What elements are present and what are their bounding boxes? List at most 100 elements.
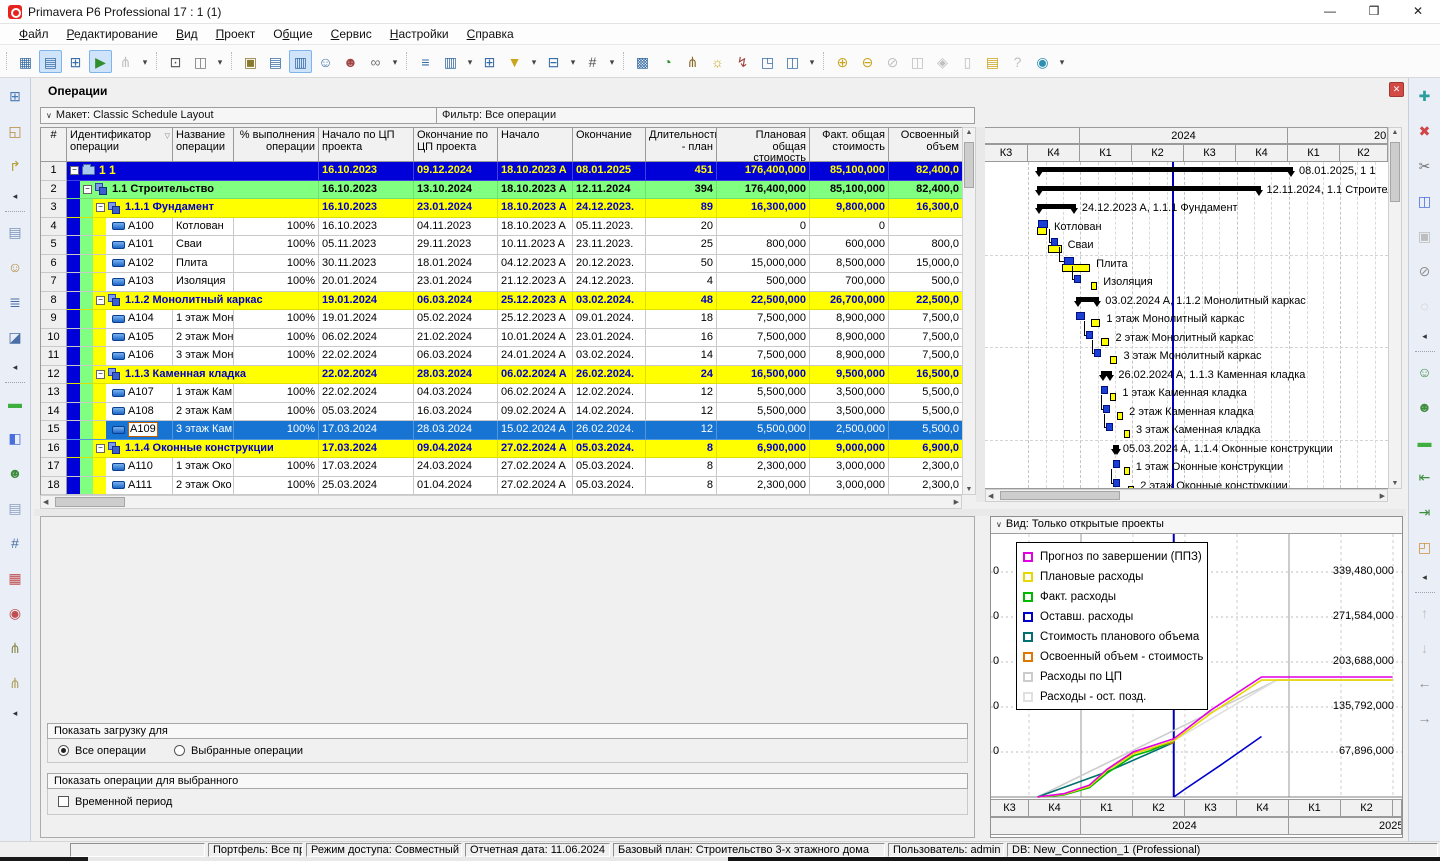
online-help-icon[interactable]: ◉ <box>1031 50 1054 73</box>
cell-bl_finish[interactable]: 01.04.2024 <box>414 476 498 495</box>
cell-bl_start[interactable]: 16.10.2023 <box>319 199 414 218</box>
summary-bar[interactable] <box>1034 185 1263 196</box>
overflow-chevron-icon[interactable]: ▾ <box>1056 50 1068 73</box>
cell-earned[interactable]: 16,500,0 <box>889 366 962 384</box>
percent-complete-cell[interactable]: 100% <box>234 402 319 421</box>
cell-actual[interactable]: 8,900,000 <box>810 347 889 366</box>
cell-planned[interactable]: 176,400,000 <box>717 162 810 181</box>
cell-finish[interactable]: 09.01.2024. <box>573 310 646 329</box>
details-panel-icon[interactable]: ◫ <box>781 50 804 73</box>
percent-complete-cell[interactable]: 100% <box>234 310 319 329</box>
cell-earned[interactable]: 7,500,0 <box>889 329 962 347</box>
horizontal-splitter[interactable] <box>34 509 1406 516</box>
menu-project[interactable]: Проект <box>207 24 265 45</box>
print-icon[interactable]: ⊡ <box>164 50 187 73</box>
cell-earned[interactable]: 15,000,0 <box>889 255 962 273</box>
cell-start[interactable]: 21.12.2023 A <box>498 273 573 292</box>
percent-complete-cell[interactable]: 100% <box>234 217 319 236</box>
flyout-arrow-icon[interactable]: ◂ <box>4 362 26 374</box>
flyout-arrow-icon[interactable]: ◂ <box>1414 572 1436 584</box>
table-row-6[interactable]: 6 A102 Плита 100% 30.11.2023 18.01.2024 04.12.… <box>41 254 962 273</box>
cell-dur[interactable]: 4 <box>646 273 717 292</box>
activity-name-cell[interactable]: Изоляция <box>173 273 234 292</box>
cell-bl_start[interactable]: 16.10.2023 <box>319 162 414 181</box>
table-gantt-splitter[interactable] <box>976 127 985 502</box>
filter-icon[interactable]: ▼ <box>503 50 526 73</box>
collapse-icon[interactable]: − <box>96 203 105 213</box>
overflow-chevron-icon[interactable]: ▾ <box>806 50 818 73</box>
close-view-icon[interactable]: ✕ <box>1389 82 1404 97</box>
baseline-bar[interactable] <box>1100 337 1110 346</box>
activity-id-cell[interactable]: A101 <box>67 236 173 255</box>
update-progress-icon[interactable]: ◔ <box>656 50 679 73</box>
cell-finish[interactable]: 05.11.2023. <box>573 217 646 236</box>
cell-earned[interactable]: 2,300,0 <box>889 458 962 477</box>
scroll-arrow-icon[interactable]: ◀ <box>43 498 48 506</box>
dissolve-icon[interactable]: ⊘ <box>1414 261 1436 283</box>
assign-predecessor-icon[interactable]: ⇤ <box>1414 467 1436 489</box>
cell-finish[interactable]: 24.12.2023. <box>573 199 646 218</box>
cell-bl_finish[interactable]: 06.03.2024 <box>414 347 498 366</box>
cell-actual[interactable]: 3,500,000 <box>810 402 889 421</box>
actual-bar[interactable] <box>1112 478 1120 487</box>
menu-edit[interactable]: Редактирование <box>58 24 167 45</box>
table-row-11[interactable]: 11 A106 3 этаж Мон 100% 22.02.2024 06.03.2024… <box>41 347 962 366</box>
summary-cell[interactable]: − 1 1 <box>67 162 319 181</box>
reports-icon[interactable]: ≣ <box>4 292 26 314</box>
table-row-8[interactable]: 8 − 1.1.2 Монолитный каркас 19.01.2024 06.03… <box>41 291 962 310</box>
actual-bar[interactable] <box>1074 275 1082 283</box>
activity-name-cell[interactable]: 2 этаж Кам <box>173 402 234 421</box>
trace-logic-icon[interactable]: ⊞ <box>64 50 87 73</box>
summary-bar[interactable] <box>1034 204 1078 214</box>
open-layout-icon[interactable]: ▤ <box>264 50 287 73</box>
activity-table-icon[interactable]: ▦ <box>14 50 37 73</box>
table-row-14[interactable]: 14 A108 2 этаж Кам 100% 05.03.2024 16.03.2024… <box>41 402 962 421</box>
copy-icon[interactable]: ◫ <box>1414 191 1436 213</box>
table-row-15[interactable]: 15 A109 3 этаж Кам 100% 17.03.2024 28.03.2024… <box>41 421 962 440</box>
activity-id-cell[interactable]: A104 <box>67 310 173 329</box>
cell-actual[interactable]: 3,500,000 <box>810 384 889 403</box>
highlight-icon[interactable]: ☼ <box>706 50 729 73</box>
cell-bl_start[interactable]: 22.02.2024 <box>319 384 414 403</box>
print-preview-icon[interactable]: ◫ <box>189 50 212 73</box>
move-right-icon[interactable]: → <box>1414 708 1436 730</box>
cell-bl_start[interactable]: 17.03.2024 <box>319 421 414 440</box>
summary-bar[interactable] <box>1074 296 1102 307</box>
scroll-arrow-icon[interactable]: ▲ <box>963 129 975 136</box>
menu-file[interactable]: Файл <box>10 24 58 45</box>
cell-start[interactable]: 27.02.2024 A <box>498 476 573 495</box>
time-period-checkbox[interactable] <box>58 796 69 807</box>
cell-bl_start[interactable]: 20.01.2024 <box>319 273 414 292</box>
cell-planned[interactable]: 6,900,000 <box>717 439 810 458</box>
cell-dur[interactable]: 394 <box>646 180 717 199</box>
collapse-icon[interactable]: − <box>96 443 105 453</box>
import-icon[interactable]: ↱ <box>4 156 26 178</box>
cell-bl_finish[interactable]: 21.02.2024 <box>414 328 498 347</box>
table-row-1[interactable]: 1− 1 1 16.10.2023 09.12.2024 18.10.2023 A 08.… <box>41 162 962 181</box>
cell-dur[interactable]: 8 <box>646 476 717 495</box>
scroll-arrow-icon[interactable]: ▶ <box>1380 492 1385 500</box>
cell-earned[interactable]: 7,500,0 <box>889 310 962 329</box>
cell-earned[interactable]: 5,500,0 <box>889 403 962 421</box>
cell-earned[interactable]: 82,400,0 <box>889 162 962 181</box>
baseline-bar[interactable] <box>1123 467 1130 475</box>
table-row-18[interactable]: 18 A111 2 этаж Око 100% 25.03.2024 01.04.2024… <box>41 476 962 495</box>
cell-planned[interactable]: 7,500,000 <box>717 310 810 329</box>
cell-bl_start[interactable]: 19.01.2024 <box>319 291 414 310</box>
scroll-thumb[interactable] <box>1390 142 1400 202</box>
cell-start[interactable]: 06.02.2024 A <box>498 365 573 384</box>
cell-earned[interactable]: 82,400,0 <box>889 181 962 199</box>
cell-dur[interactable]: 12 <box>646 402 717 421</box>
cell-bl_finish[interactable]: 18.01.2024 <box>414 254 498 273</box>
cell-finish[interactable]: 26.02.2024. <box>573 365 646 384</box>
cell-bl_finish[interactable]: 28.03.2024 <box>414 365 498 384</box>
cell-actual[interactable]: 85,100,000 <box>810 162 889 181</box>
activities-icon[interactable]: ▬ <box>4 393 26 415</box>
column-header-name[interactable]: Название операции <box>173 128 234 162</box>
scroll-arrow-icon[interactable]: ▼ <box>1389 480 1401 487</box>
table-row-17[interactable]: 17 A110 1 этаж Око 100% 17.03.2024 24.03.2024… <box>41 458 962 477</box>
activity-id-cell[interactable]: A106 <box>67 347 173 366</box>
cell-start[interactable]: 27.02.2024 A <box>498 439 573 458</box>
cell-bl_finish[interactable]: 05.02.2024 <box>414 310 498 329</box>
cell-finish[interactable]: 12.11.2024 <box>573 180 646 199</box>
